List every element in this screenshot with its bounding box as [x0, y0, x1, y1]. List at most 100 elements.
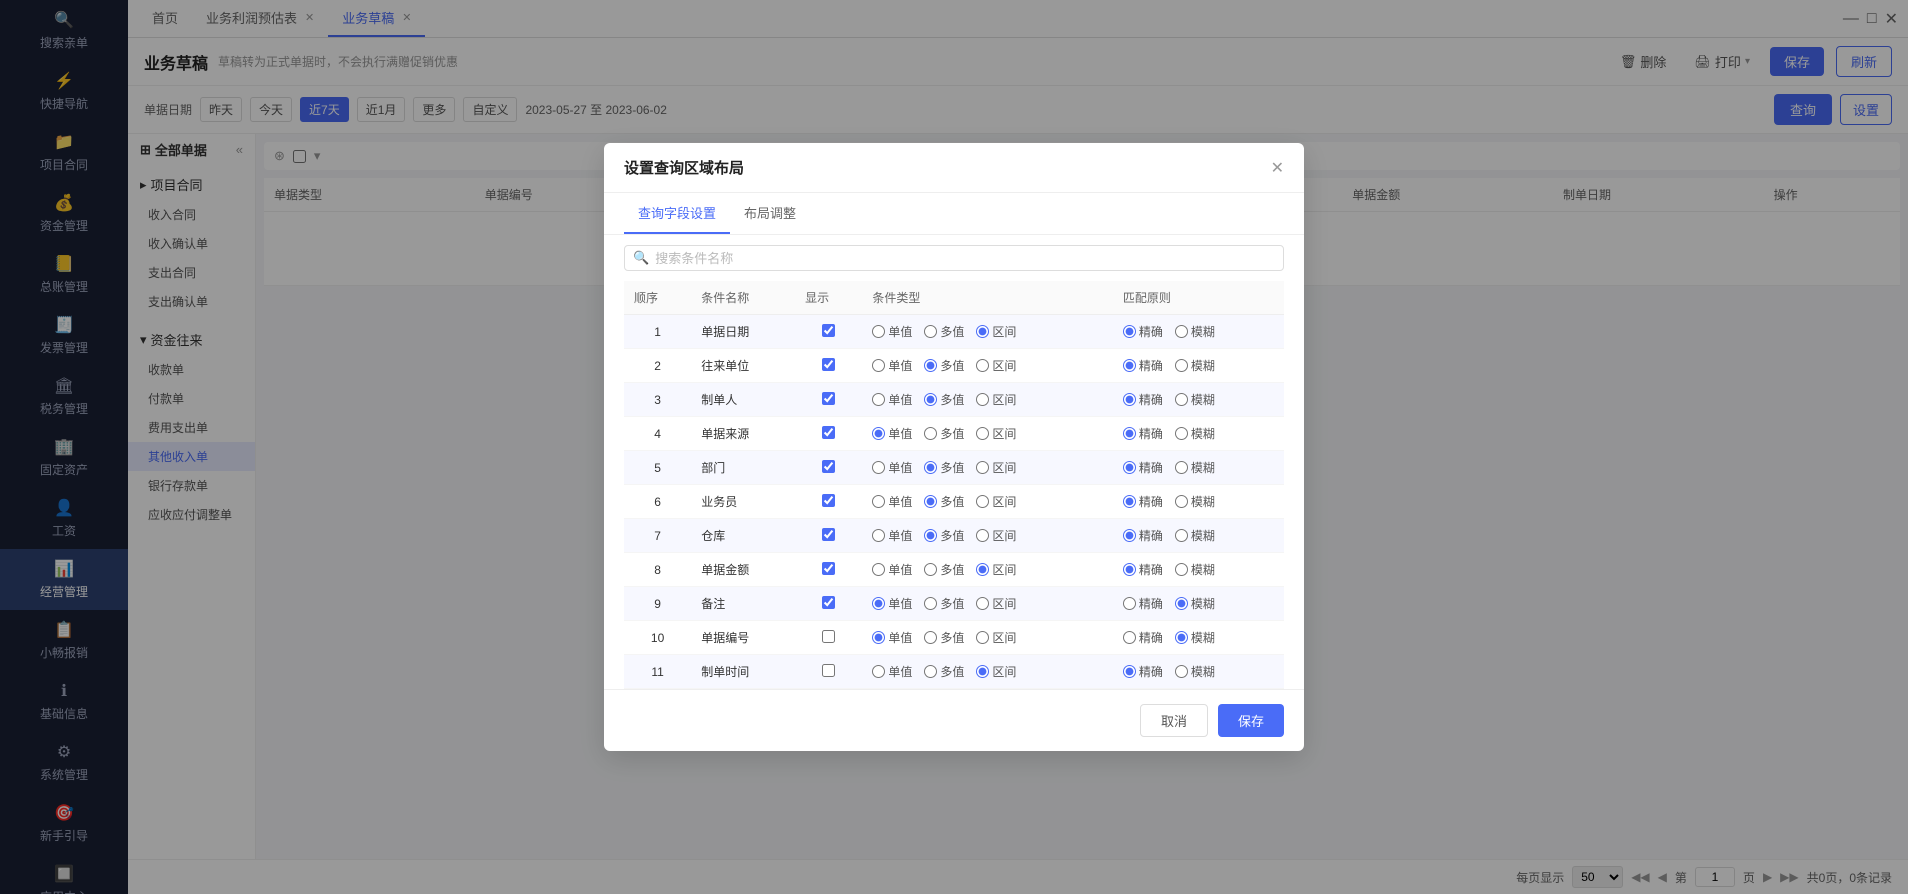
- modal-col-display: 显示: [795, 281, 862, 315]
- row-match-fuzzy[interactable]: 模糊: [1175, 493, 1215, 510]
- row-display-checkbox[interactable]: [822, 664, 835, 677]
- modal-table-row: 10单据编号单值多值区间精确模糊: [624, 621, 1284, 655]
- row-display-cell: [795, 587, 862, 621]
- row-display-cell: [795, 485, 862, 519]
- row-display-checkbox[interactable]: [822, 528, 835, 541]
- modal-cancel-button[interactable]: 取消: [1140, 704, 1208, 737]
- row-type-multi[interactable]: 多值: [924, 357, 964, 374]
- row-display-checkbox[interactable]: [822, 324, 835, 337]
- modal-overlay: 设置查询区域布局 ✕ 查询字段设置 布局调整 🔍 顺序: [0, 0, 1908, 894]
- row-match-exact[interactable]: 精确: [1123, 425, 1163, 442]
- row-type-single[interactable]: 单值: [872, 629, 912, 646]
- row-type-range[interactable]: 区间: [976, 323, 1016, 340]
- row-display-checkbox[interactable]: [822, 494, 835, 507]
- row-type-multi[interactable]: 多值: [924, 459, 964, 476]
- row-type-multi[interactable]: 多值: [924, 527, 964, 544]
- row-type-multi[interactable]: 多值: [924, 323, 964, 340]
- modal-table-row: 4单据来源单值多值区间精确模糊: [624, 417, 1284, 451]
- row-condition-name: 制单时间: [691, 655, 795, 689]
- row-display-checkbox[interactable]: [822, 460, 835, 473]
- row-match-fuzzy[interactable]: 模糊: [1175, 357, 1215, 374]
- modal-table-wrapper: 顺序 条件名称 显示 条件类型 匹配原则 1单据日期单值多值区间精确模糊2往来单…: [604, 281, 1304, 689]
- modal-tab-layout-adjust[interactable]: 布局调整: [730, 193, 810, 234]
- row-type-range[interactable]: 区间: [976, 561, 1016, 578]
- row-display-checkbox[interactable]: [822, 358, 835, 371]
- row-type-multi[interactable]: 多值: [924, 391, 964, 408]
- modal-save-button[interactable]: 保存: [1218, 704, 1284, 737]
- row-type-single[interactable]: 单值: [872, 663, 912, 680]
- row-type-range[interactable]: 区间: [976, 595, 1016, 612]
- settings-modal: 设置查询区域布局 ✕ 查询字段设置 布局调整 🔍 顺序: [604, 143, 1304, 751]
- row-match-fuzzy[interactable]: 模糊: [1175, 663, 1215, 680]
- row-order: 1: [624, 315, 691, 349]
- row-order: 7: [624, 519, 691, 553]
- row-type-range[interactable]: 区间: [976, 493, 1016, 510]
- row-match-exact[interactable]: 精确: [1123, 629, 1163, 646]
- row-condition-name: 业务员: [691, 485, 795, 519]
- row-type-range[interactable]: 区间: [976, 527, 1016, 544]
- row-type-multi[interactable]: 多值: [924, 493, 964, 510]
- row-display-checkbox[interactable]: [822, 562, 835, 575]
- row-match-exact[interactable]: 精确: [1123, 493, 1163, 510]
- row-display-checkbox[interactable]: [822, 630, 835, 643]
- row-condition-type-cell: 单值多值区间: [862, 315, 1113, 349]
- row-type-single[interactable]: 单值: [872, 459, 912, 476]
- row-match-fuzzy[interactable]: 模糊: [1175, 391, 1215, 408]
- row-match-exact[interactable]: 精确: [1123, 391, 1163, 408]
- row-type-single[interactable]: 单值: [872, 527, 912, 544]
- row-condition-type-cell: 单值多值区间: [862, 587, 1113, 621]
- row-display-checkbox[interactable]: [822, 426, 835, 439]
- row-type-single[interactable]: 单值: [872, 493, 912, 510]
- modal-table: 顺序 条件名称 显示 条件类型 匹配原则 1单据日期单值多值区间精确模糊2往来单…: [624, 281, 1284, 689]
- row-type-single[interactable]: 单值: [872, 561, 912, 578]
- row-match-fuzzy[interactable]: 模糊: [1175, 425, 1215, 442]
- row-match-rule-cell: 精确模糊: [1113, 451, 1284, 485]
- modal-table-row: 6业务员单值多值区间精确模糊: [624, 485, 1284, 519]
- row-type-multi[interactable]: 多值: [924, 595, 964, 612]
- row-match-exact[interactable]: 精确: [1123, 595, 1163, 612]
- row-match-rule-cell: 精确模糊: [1113, 383, 1284, 417]
- row-type-single[interactable]: 单值: [872, 323, 912, 340]
- row-type-multi[interactable]: 多值: [924, 629, 964, 646]
- row-match-rule-cell: 精确模糊: [1113, 519, 1284, 553]
- row-type-range[interactable]: 区间: [976, 459, 1016, 476]
- row-display-checkbox[interactable]: [822, 392, 835, 405]
- modal-table-row: 11制单时间单值多值区间精确模糊: [624, 655, 1284, 689]
- row-match-fuzzy[interactable]: 模糊: [1175, 459, 1215, 476]
- row-match-exact[interactable]: 精确: [1123, 561, 1163, 578]
- row-match-fuzzy[interactable]: 模糊: [1175, 527, 1215, 544]
- row-display-checkbox[interactable]: [822, 596, 835, 609]
- row-type-single[interactable]: 单值: [872, 357, 912, 374]
- row-match-exact[interactable]: 精确: [1123, 527, 1163, 544]
- row-type-single[interactable]: 单值: [872, 391, 912, 408]
- row-type-single[interactable]: 单值: [872, 425, 912, 442]
- row-type-range[interactable]: 区间: [976, 663, 1016, 680]
- row-match-exact[interactable]: 精确: [1123, 357, 1163, 374]
- row-match-exact[interactable]: 精确: [1123, 459, 1163, 476]
- row-match-fuzzy[interactable]: 模糊: [1175, 629, 1215, 646]
- row-type-range[interactable]: 区间: [976, 391, 1016, 408]
- row-display-cell: [795, 553, 862, 587]
- row-match-exact[interactable]: 精确: [1123, 323, 1163, 340]
- row-condition-type-cell: 单值多值区间: [862, 349, 1113, 383]
- modal-header: 设置查询区域布局 ✕: [604, 143, 1304, 193]
- modal-tab-field-settings[interactable]: 查询字段设置: [624, 193, 730, 234]
- modal-close-button[interactable]: ✕: [1271, 158, 1284, 178]
- modal-col-condition-type: 条件类型: [862, 281, 1113, 315]
- row-display-cell: [795, 655, 862, 689]
- row-display-cell: [795, 349, 862, 383]
- modal-search-input[interactable]: [655, 251, 855, 266]
- row-type-range[interactable]: 区间: [976, 629, 1016, 646]
- row-type-single[interactable]: 单值: [872, 595, 912, 612]
- row-match-fuzzy[interactable]: 模糊: [1175, 561, 1215, 578]
- row-type-range[interactable]: 区间: [976, 425, 1016, 442]
- row-type-multi[interactable]: 多值: [924, 425, 964, 442]
- row-type-multi[interactable]: 多值: [924, 561, 964, 578]
- row-type-range[interactable]: 区间: [976, 357, 1016, 374]
- modal-table-row: 1单据日期单值多值区间精确模糊: [624, 315, 1284, 349]
- modal-table-row: 7仓库单值多值区间精确模糊: [624, 519, 1284, 553]
- row-match-fuzzy[interactable]: 模糊: [1175, 323, 1215, 340]
- row-type-multi[interactable]: 多值: [924, 663, 964, 680]
- row-match-exact[interactable]: 精确: [1123, 663, 1163, 680]
- row-match-fuzzy[interactable]: 模糊: [1175, 595, 1215, 612]
